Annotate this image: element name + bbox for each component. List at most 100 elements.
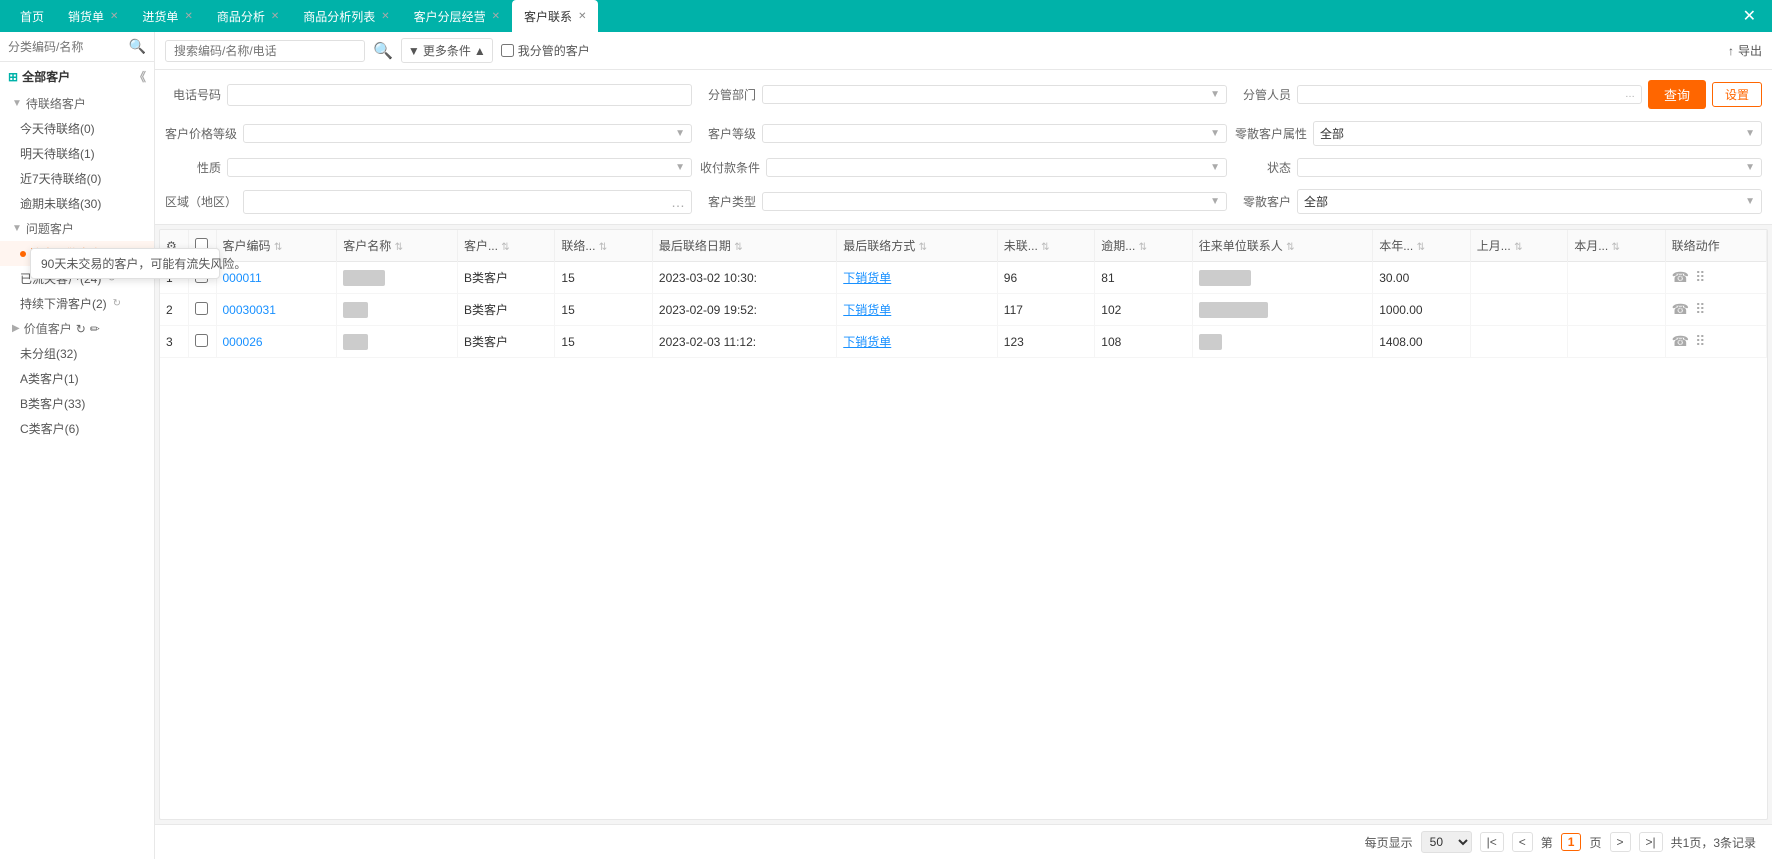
filter-nature-select[interactable]: ▼ (227, 158, 692, 177)
sidebar-item-class-c[interactable]: C类客户(6) (0, 416, 154, 441)
sidebar-group-problem[interactable]: ▼ 问题客户 (0, 216, 154, 241)
tooltip-problem-customer: 90天未交易的客户，可能有流失风险。 (30, 248, 155, 279)
sidebar-search-input[interactable] (8, 40, 125, 54)
sidebar-item-today-pending[interactable]: 今天待联络(0) (0, 116, 154, 141)
filter-customer-level-arrow-icon: ▼ (1210, 128, 1220, 139)
tab-customer-tier-close[interactable]: ✕ (492, 11, 500, 22)
filter-status-label: 状态 (1235, 159, 1291, 176)
filter-payment-select[interactable]: ▼ (766, 158, 1227, 177)
query-button[interactable]: 查询 (1648, 80, 1706, 109)
filter-price-level-select[interactable]: ▼ (243, 124, 692, 143)
row-checkbox-3[interactable] (195, 334, 208, 347)
sidebar-item-7day-pending[interactable]: 近7天待联络(0) (0, 166, 154, 191)
contact-action-icon-1[interactable]: ☎ (1672, 269, 1689, 286)
tab-customer-contact[interactable]: 客户联系 ✕ (512, 0, 598, 32)
th-last-way[interactable]: 最后联络方式 ⇅ (837, 230, 998, 262)
sidebar-group-value[interactable]: ▶ 价值客户 ↻ ✏ (0, 316, 154, 341)
pagination-first-button[interactable]: |< (1480, 832, 1504, 852)
td-way-1[interactable]: 下销货单 (837, 262, 998, 294)
filter-customer-type-label: 客户类型 (700, 193, 756, 210)
filter-row-price-level: 客户价格等级 ▼ (165, 117, 692, 150)
filter-zero-attr-select[interactable]: 全部 ▼ (1313, 121, 1762, 146)
th-last-month[interactable]: 上月... ⇅ (1470, 230, 1567, 262)
filter-row-nature: 性质 ▼ (165, 154, 692, 181)
more-action-icon-2[interactable]: ⠿ (1695, 301, 1705, 318)
th-this-year[interactable]: 本年... ⇅ (1373, 230, 1470, 262)
filter-my-customers-label[interactable]: 我分管的客户 (501, 42, 590, 59)
sidebar-item-tomorrow-pending[interactable]: 明天待联络(1) (0, 141, 154, 166)
sidebar-item-declining[interactable]: 持续下滑客户(2) ↻ (0, 291, 154, 316)
filter-my-customers-checkbox[interactable] (501, 44, 514, 57)
td-code-2[interactable]: 00030031 (216, 294, 337, 326)
tab-product-list[interactable]: 商品分析列表 ✕ (291, 0, 401, 32)
sidebar-root[interactable]: ⊞ 全部客户 《 (0, 62, 154, 91)
pagination-last-button[interactable]: >| (1639, 832, 1663, 852)
filter-customer-level-select[interactable]: ▼ (762, 124, 1227, 143)
th-type[interactable]: 客户... ⇅ (457, 230, 554, 262)
data-table-container: ⚙ 客户编码 ⇅ 客户名称 ⇅ (159, 229, 1768, 820)
sidebar-group-pending[interactable]: ▼ 待联络客户 (0, 91, 154, 116)
per-page-select[interactable]: 50 20 100 (1421, 831, 1472, 853)
td-not-contacted-1: 96 (997, 262, 1094, 294)
more-action-icon-3[interactable]: ⠿ (1695, 333, 1705, 350)
th-overdue[interactable]: 逾期... ⇅ (1095, 230, 1192, 262)
sidebar-item-overdue-pending[interactable]: 逾期未联络(30) (0, 191, 154, 216)
sidebar-item-class-a[interactable]: A类客户(1) (0, 366, 154, 391)
th-contact-person[interactable]: 往来单位联系人 ⇅ (1192, 230, 1372, 262)
td-way-3[interactable]: 下销货单 (837, 326, 998, 358)
filter-search-input[interactable] (165, 40, 365, 62)
td-code-3[interactable]: 000026 (216, 326, 337, 358)
contact-action-icon-3[interactable]: ☎ (1672, 333, 1689, 350)
sidebar-item-class-b[interactable]: B类客户(33) (0, 391, 154, 416)
filter-zero-customer-select[interactable]: 全部 ▼ (1297, 189, 1762, 214)
tab-customer-tier[interactable]: 客户分层经营 ✕ (402, 0, 512, 32)
filter-status-select[interactable]: ▼ (1297, 158, 1762, 177)
window-close-button[interactable]: ✕ (1735, 6, 1764, 26)
sort-icon-code: ⇅ (274, 242, 282, 253)
settings-button[interactable]: 设置 (1712, 82, 1762, 107)
tab-product-list-close[interactable]: ✕ (381, 11, 389, 22)
filter-region-dots[interactable]: … (671, 194, 685, 210)
th-this-month[interactable]: 本月... ⇅ (1568, 230, 1665, 262)
filter-customer-type-select[interactable]: ▼ (762, 192, 1227, 211)
tab-purchase-close[interactable]: ✕ (184, 11, 192, 22)
tab-product-analysis-close[interactable]: ✕ (271, 11, 279, 22)
tab-customer-contact-close[interactable]: ✕ (578, 11, 586, 22)
sort-icon-not-contacted: ⇅ (1041, 242, 1049, 253)
th-contact-num[interactable]: 联络... ⇅ (555, 230, 652, 262)
contact-action-icon-2[interactable]: ☎ (1672, 301, 1689, 318)
filter-export-button[interactable]: ↑ 导出 (1728, 42, 1762, 59)
filter-zero-customer-value: 全部 (1304, 193, 1328, 210)
tab-product-analysis[interactable]: 商品分析 ✕ (205, 0, 291, 32)
tab-sales[interactable]: 销货单 ✕ (56, 0, 130, 32)
filter-more-conditions-button[interactable]: ▼ 更多条件 ▲ (401, 38, 493, 63)
filter-phone-label: 电话号码 (165, 86, 221, 103)
td-checkbox-3[interactable] (188, 326, 216, 358)
th-not-contacted[interactable]: 未联... ⇅ (997, 230, 1094, 262)
filter-row-customer-level: 客户等级 ▼ (700, 117, 1227, 150)
td-tmonth-3 (1568, 326, 1665, 358)
sidebar-item-ungrouped[interactable]: 未分组(32) (0, 341, 154, 366)
value-edit-icon[interactable]: ✏ (90, 322, 100, 336)
filter-phone-input[interactable] (227, 84, 692, 106)
sidebar-item-class-c-label: C类客户(6) (20, 420, 79, 437)
row-checkbox-2[interactable] (195, 302, 208, 315)
tab-purchase[interactable]: 进货单 ✕ (130, 0, 204, 32)
td-checkbox-2[interactable] (188, 294, 216, 326)
filter-region-select[interactable]: … (243, 190, 692, 214)
pagination-next-button[interactable]: > (1610, 832, 1631, 852)
th-name[interactable]: 客户名称 ⇅ (337, 230, 458, 262)
td-way-2[interactable]: 下销货单 (837, 294, 998, 326)
filter-search-button[interactable]: 🔍 (373, 41, 393, 61)
td-no-3: 3 (160, 326, 188, 358)
refresh-icon-2[interactable]: ↻ (113, 298, 121, 309)
filter-dept-select[interactable]: ▼ (762, 85, 1227, 104)
value-refresh-icon[interactable]: ↻ (76, 322, 86, 336)
tab-home[interactable]: 首页 (8, 0, 56, 32)
tab-sales-close[interactable]: ✕ (110, 11, 118, 22)
pagination-prev-button[interactable]: < (1512, 832, 1533, 852)
sidebar-collapse-btn[interactable]: 《 (134, 68, 146, 85)
more-action-icon-1[interactable]: ⠿ (1695, 269, 1705, 286)
filter-manager-select[interactable]: … (1297, 85, 1642, 104)
th-last-date[interactable]: 最后联络日期 ⇅ (652, 230, 836, 262)
